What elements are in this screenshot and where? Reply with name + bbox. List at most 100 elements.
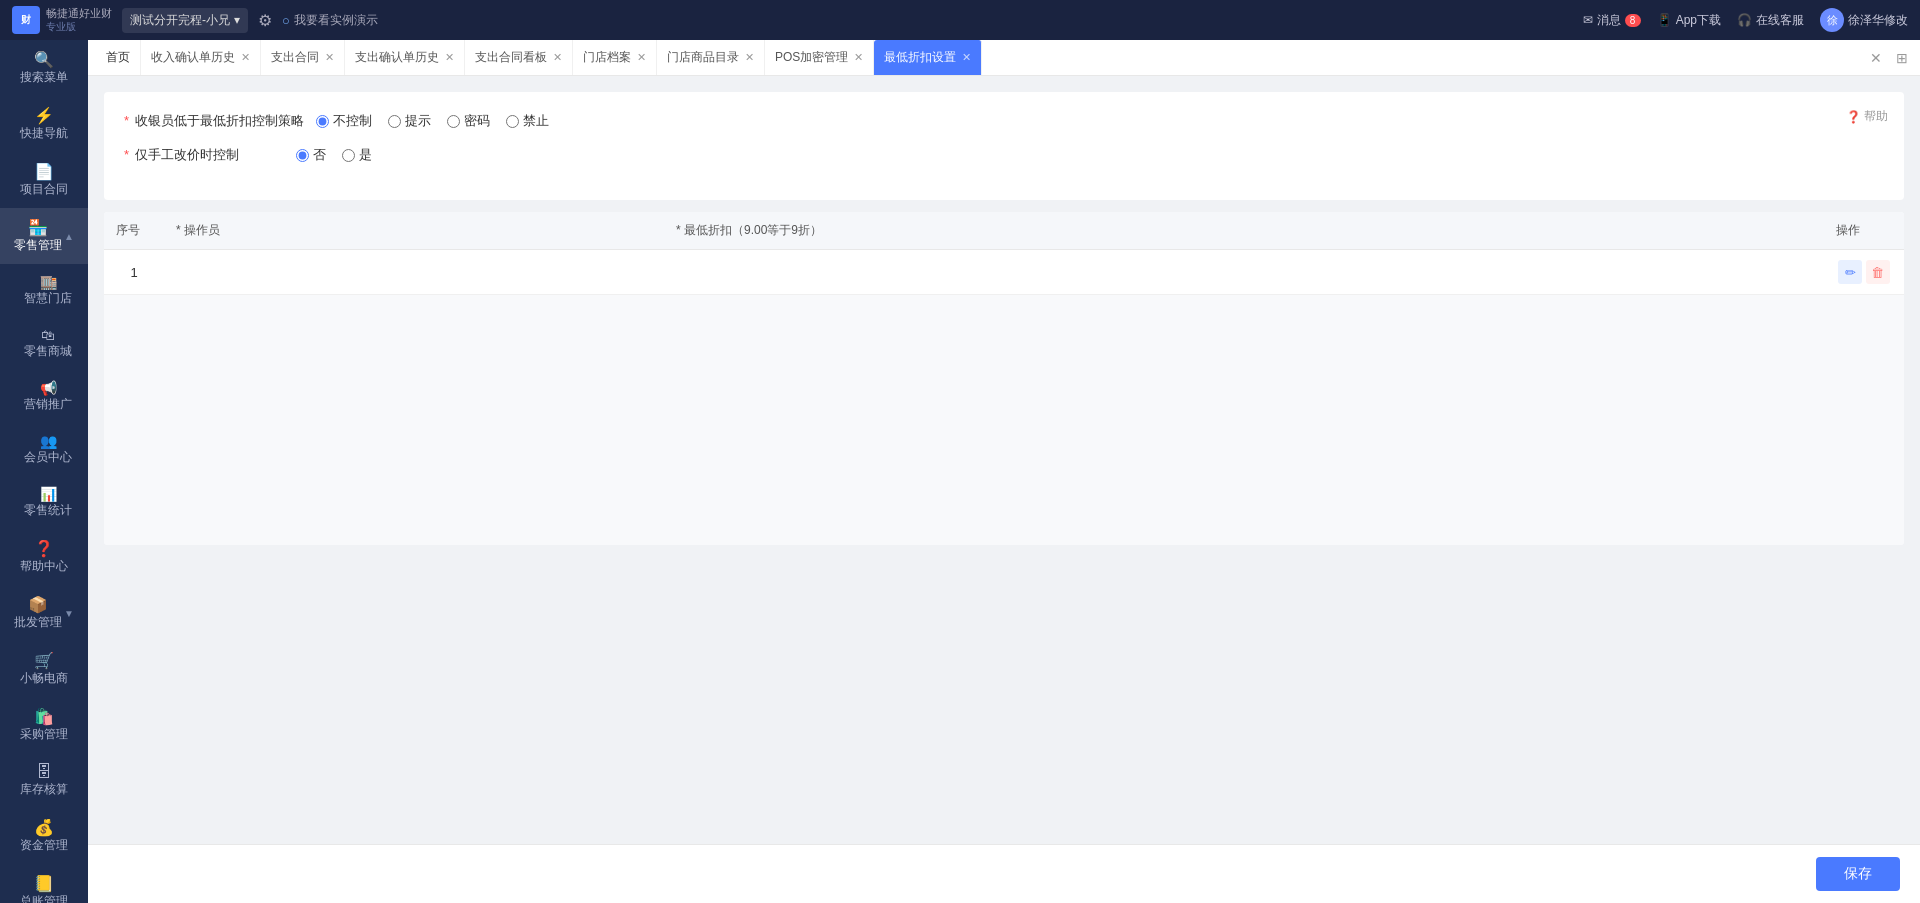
- sidebar-item-search[interactable]: 🔍 搜索菜单: [0, 40, 88, 96]
- sidebar-item-capital[interactable]: 💰 资金管理: [0, 808, 88, 864]
- tab-close-payconfirm[interactable]: ✕: [445, 51, 454, 64]
- purchase-icon: 🛍️: [4, 707, 84, 726]
- sidebar: 🔍 搜索菜单 ⚡ 快捷导航 📄 项目合同 🏪 零售管理 ▲ 🏬 智慧门店 🛍 零…: [0, 40, 88, 903]
- policy-option-password[interactable]: 密码: [447, 112, 490, 130]
- help-icon: ❓: [4, 539, 84, 558]
- policy-option-remind[interactable]: 提示: [388, 112, 431, 130]
- tab-close-pos[interactable]: ✕: [854, 51, 863, 64]
- sidebar-item-smart-store[interactable]: 🏬 智慧门店: [0, 264, 88, 317]
- help-link[interactable]: ❓ 帮助: [1846, 108, 1888, 125]
- marketing-icon: 📢: [12, 380, 84, 396]
- manual-row: * 仅手工改价时控制 否 是: [124, 146, 1884, 164]
- page-content: ❓ 帮助 * 收银员低于最低折扣控制策略 不控制: [88, 76, 1920, 844]
- col-header-action: 操作: [1824, 212, 1904, 250]
- sidebar-item-retail-mgmt[interactable]: 🏪 零售管理 ▲: [0, 208, 88, 264]
- sidebar-item-retail-mall[interactable]: 🛍 零售商城: [0, 317, 88, 370]
- sidebar-item-label-purchase: 采购管理: [4, 726, 84, 743]
- smart-store-icon: 🏬: [12, 274, 84, 290]
- tab-close-storefile[interactable]: ✕: [637, 51, 646, 64]
- tab-label-mindiscount: 最低折扣设置: [884, 49, 956, 66]
- policy-label: * 收银员低于最低折扣控制策略: [124, 112, 304, 130]
- tab-pos-password[interactable]: POS加密管理 ✕: [765, 40, 874, 76]
- tab-label-home: 首页: [106, 49, 130, 66]
- tab-store-file[interactable]: 门店档案 ✕: [573, 40, 657, 76]
- sidebar-item-label-mall: 零售商城: [12, 343, 84, 360]
- sidebar-item-label-smart: 智慧门店: [12, 290, 84, 307]
- sidebar-item-purchase[interactable]: 🛍️ 采购管理: [0, 697, 88, 753]
- customer-service-action[interactable]: 🎧 在线客服: [1737, 12, 1804, 29]
- policy-label-password: 密码: [464, 112, 490, 130]
- policy-label-remind: 提示: [405, 112, 431, 130]
- policy-label-no-control: 不控制: [333, 112, 372, 130]
- project-name: 测试分开完程-小兄: [130, 12, 230, 29]
- manual-radio-group: 否 是: [296, 146, 372, 164]
- manual-radio-yes[interactable]: [342, 149, 355, 162]
- sidebar-item-member[interactable]: 👥 会员中心: [0, 423, 88, 476]
- manual-option-no[interactable]: 否: [296, 146, 326, 164]
- cell-action-1: ✏ 🗑: [1824, 250, 1904, 295]
- retail-icon: 🏪: [14, 218, 62, 237]
- manual-label: * 仅手工改价时控制: [124, 146, 284, 164]
- demo-link[interactable]: ○ 我要看实例演示: [282, 12, 378, 29]
- tab-min-discount[interactable]: 最低折扣设置 ✕: [874, 40, 982, 76]
- message-badge: 8: [1625, 14, 1641, 27]
- tab-close-mindiscount[interactable]: ✕: [962, 51, 971, 64]
- batch-arrow-icon: ▼: [64, 608, 74, 619]
- tab-more[interactable]: ⊞: [1892, 48, 1912, 68]
- policy-radio-no-control[interactable]: [316, 115, 329, 128]
- policy-option-no-control[interactable]: 不控制: [316, 112, 372, 130]
- retail-arrow-icon: ▲: [64, 231, 74, 242]
- user-menu[interactable]: 徐 徐泽华修改: [1820, 8, 1908, 32]
- manual-label-no: 否: [313, 146, 326, 164]
- sidebar-item-help[interactable]: ❓ 帮助中心: [0, 529, 88, 585]
- logo-line1: 畅捷通好业财: [46, 7, 112, 20]
- save-button[interactable]: 保存: [1816, 857, 1900, 891]
- sidebar-item-project-contract[interactable]: 📄 项目合同: [0, 152, 88, 208]
- policy-option-forbid[interactable]: 禁止: [506, 112, 549, 130]
- settings-button[interactable]: ⚙: [258, 11, 272, 30]
- policy-radio-remind[interactable]: [388, 115, 401, 128]
- sidebar-item-label-help: 帮助中心: [4, 558, 84, 575]
- sidebar-item-ecommerce[interactable]: 🛒 小畅电商: [0, 641, 88, 697]
- table-empty-area: [104, 295, 1904, 545]
- form-card: ❓ 帮助 * 收银员低于最低折扣控制策略 不控制: [104, 92, 1904, 200]
- sidebar-item-label-member: 会员中心: [12, 449, 84, 466]
- sidebar-item-marketing[interactable]: 📢 营销推广: [0, 370, 88, 423]
- manual-option-yes[interactable]: 是: [342, 146, 372, 164]
- message-action[interactable]: ✉ 消息 8: [1583, 12, 1641, 29]
- tab-close-storeproducts[interactable]: ✕: [745, 51, 754, 64]
- sidebar-item-ledger[interactable]: 📒 总账管理: [0, 864, 88, 903]
- sidebar-item-batch[interactable]: 📦 批发管理 ▼: [0, 585, 88, 641]
- tab-close-payboard[interactable]: ✕: [553, 51, 562, 64]
- tab-store-products[interactable]: 门店商品目录 ✕: [657, 40, 765, 76]
- avatar: 徐: [1820, 8, 1844, 32]
- policy-radio-password[interactable]: [447, 115, 460, 128]
- cell-operator-1: [164, 250, 664, 295]
- tab-close-all[interactable]: ✕: [1866, 48, 1886, 68]
- sidebar-item-inventory[interactable]: 🗄 库存核算: [0, 753, 88, 808]
- sidebar-item-retail-stats[interactable]: 📊 零售统计: [0, 476, 88, 529]
- edit-button-1[interactable]: ✏: [1838, 260, 1862, 284]
- policy-radio-forbid[interactable]: [506, 115, 519, 128]
- topbar-right: ✉ 消息 8 📱 App下载 🎧 在线客服 徐 徐泽华修改: [1583, 8, 1908, 32]
- tab-payment-board[interactable]: 支出合同看板 ✕: [465, 40, 573, 76]
- sidebar-item-shortcut[interactable]: ⚡ 快捷导航: [0, 96, 88, 152]
- manual-radio-no[interactable]: [296, 149, 309, 162]
- app-download-action[interactable]: 📱 App下载: [1657, 12, 1721, 29]
- delete-button-1[interactable]: 🗑: [1866, 260, 1890, 284]
- tab-close-payment[interactable]: ✕: [325, 51, 334, 64]
- project-selector[interactable]: 测试分开完程-小兄 ▾: [122, 8, 248, 33]
- tab-payment-contract[interactable]: 支出合同 ✕: [261, 40, 345, 76]
- sidebar-item-label-shortcut: 快捷导航: [4, 125, 84, 142]
- col-header-discount: * 最低折扣（9.00等于9折）: [664, 212, 1824, 250]
- tab-close-income[interactable]: ✕: [241, 51, 250, 64]
- tab-home[interactable]: 首页: [96, 40, 141, 76]
- required-star-policy: *: [124, 113, 129, 128]
- table-head: 序号 * 操作员 * 最低折扣（9.00等于9折） 操作: [104, 212, 1904, 250]
- topbar: 财 畅捷通好业财 专业版 测试分开完程-小兄 ▾ ⚙ ○ 我要看实例演示 ✉ 消…: [0, 0, 1920, 40]
- tab-label-income: 收入确认单历史: [151, 49, 235, 66]
- tab-income-confirm[interactable]: 收入确认单历史 ✕: [141, 40, 261, 76]
- tab-payment-confirm[interactable]: 支出确认单历史 ✕: [345, 40, 465, 76]
- sidebar-item-label-inventory: 库存核算: [4, 781, 84, 798]
- capital-icon: 💰: [4, 818, 84, 837]
